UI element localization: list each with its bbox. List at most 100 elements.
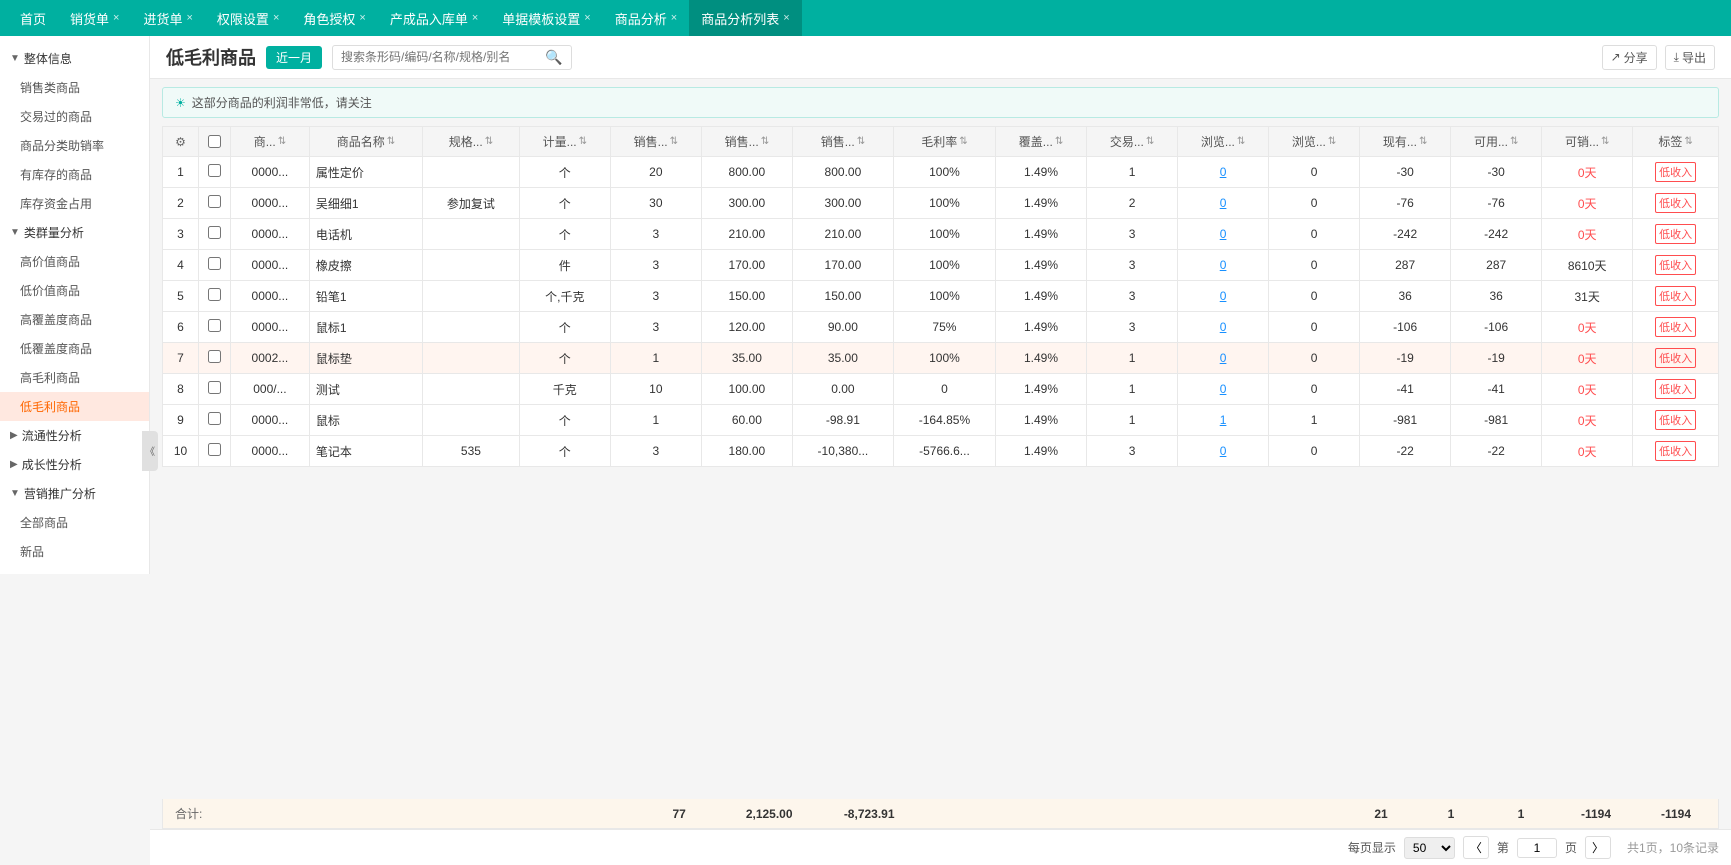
search-input[interactable]: [341, 50, 541, 64]
cell-name: 吴细细1: [309, 188, 422, 219]
row-checkbox[interactable]: [208, 350, 221, 363]
sidebar-item-low-value[interactable]: 低价值商品: [0, 276, 149, 305]
sidebar-item-in-stock[interactable]: 有库存的商品: [0, 160, 149, 189]
view1-link[interactable]: 0: [1220, 444, 1227, 458]
cell-spec: 参加复试: [423, 188, 520, 219]
view1-link[interactable]: 0: [1220, 165, 1227, 179]
row-checkbox[interactable]: [208, 288, 221, 301]
sort-view2-icon[interactable]: ⇅: [1328, 136, 1336, 147]
row-checkbox[interactable]: [208, 412, 221, 425]
cell-coverage: 1.49%: [995, 157, 1086, 188]
sidebar-item-sales-products[interactable]: 销售类商品: [0, 73, 149, 102]
view1-link[interactable]: 0: [1220, 382, 1227, 396]
sidebar-item-high-margin[interactable]: 高毛利商品: [0, 363, 149, 392]
view1-link[interactable]: 0: [1220, 351, 1227, 365]
close-permissions-icon[interactable]: ×: [273, 12, 279, 24]
row-checkbox[interactable]: [208, 226, 221, 239]
close-role-icon[interactable]: ×: [359, 12, 365, 24]
sort-unit-icon[interactable]: ⇅: [579, 136, 587, 147]
sort-sales-amount-icon[interactable]: ⇅: [761, 136, 769, 147]
nav-purchase[interactable]: 进货单 ×: [131, 0, 204, 36]
export-button[interactable]: ⤓ 导出: [1665, 45, 1715, 70]
sidebar-item-low-coverage[interactable]: 低覆盖度商品: [0, 334, 149, 363]
sidebar-item-high-coverage[interactable]: 高覆盖度商品: [0, 305, 149, 334]
nav-sales[interactable]: 销货单 ×: [58, 0, 131, 36]
close-analysis-list-icon[interactable]: ×: [783, 12, 789, 24]
sort-sales-profit-icon[interactable]: ⇅: [857, 136, 865, 147]
share-button[interactable]: ↗ 分享: [1602, 45, 1657, 70]
view1-link[interactable]: 0: [1220, 196, 1227, 210]
close-product-stock-icon[interactable]: ×: [472, 12, 478, 24]
cell-sales-profit: 800.00: [792, 157, 893, 188]
sort-spec-icon[interactable]: ⇅: [485, 136, 493, 147]
sidebar-item-category-rate[interactable]: 商品分类助销率: [0, 131, 149, 160]
nav-product-analysis[interactable]: 商品分析 ×: [603, 0, 689, 36]
sidebar-item-high-value[interactable]: 高价值商品: [0, 247, 149, 276]
sort-view1-icon[interactable]: ⇅: [1237, 136, 1245, 147]
sort-coverage-icon[interactable]: ⇅: [1055, 136, 1063, 147]
nav-home[interactable]: 首页: [8, 0, 58, 36]
view1-link[interactable]: 0: [1220, 258, 1227, 272]
sidebar-group-cluster[interactable]: ▼ 类群量分析: [0, 218, 149, 247]
sort-trade-icon[interactable]: ⇅: [1146, 136, 1154, 147]
sidebar-item-new-products[interactable]: 新品: [0, 537, 149, 566]
cell-name: 鼠标: [309, 405, 422, 436]
sort-salable-icon[interactable]: ⇅: [1601, 136, 1609, 147]
cell-checkbox: [199, 343, 231, 374]
th-sales-qty: 销售...⇅: [610, 127, 701, 157]
view1-link[interactable]: 0: [1220, 320, 1227, 334]
sort-sales-qty-icon[interactable]: ⇅: [670, 136, 678, 147]
cell-no: 1: [163, 157, 199, 188]
footer-label: 合计:: [175, 805, 202, 822]
close-analysis-icon[interactable]: ×: [671, 12, 677, 24]
low-income-tag: 低收入: [1655, 162, 1696, 182]
sidebar-item-low-margin[interactable]: 低毛利商品: [0, 392, 149, 421]
sort-gross-margin-icon[interactable]: ⇅: [959, 136, 967, 147]
cell-view1: 0: [1178, 374, 1269, 405]
cell-spec: 535: [423, 436, 520, 467]
sidebar-collapse-button[interactable]: 《: [142, 431, 158, 471]
select-all-checkbox[interactable]: [208, 135, 221, 148]
page-size-select[interactable]: 50 20 100: [1404, 837, 1455, 859]
row-checkbox[interactable]: [208, 319, 221, 332]
sidebar-item-inventory-capital[interactable]: 库存资金占用: [0, 189, 149, 218]
nav-product-analysis-list[interactable]: 商品分析列表 ×: [689, 0, 801, 36]
sidebar-group-overall[interactable]: ▼ 整体信息: [0, 44, 149, 73]
date-filter-button[interactable]: 近一月: [266, 46, 322, 69]
table-row: 1 0000... 属性定价 个 20 800.00 800.00 100% 1…: [163, 157, 1719, 188]
header-actions: ↗ 分享 ⤓ 导出: [1602, 45, 1715, 70]
nav-permissions[interactable]: 权限设置 ×: [205, 0, 291, 36]
cell-tag: 低收入: [1633, 405, 1719, 436]
nav-role-auth[interactable]: 角色授权 ×: [291, 0, 377, 36]
row-checkbox[interactable]: [208, 195, 221, 208]
prev-page-button[interactable]: 〈: [1463, 836, 1489, 859]
sort-available-icon[interactable]: ⇅: [1510, 136, 1518, 147]
sort-tag-icon[interactable]: ⇅: [1684, 136, 1692, 147]
nav-product-stock[interactable]: 产成品入库单 ×: [378, 0, 490, 36]
nav-template[interactable]: 单据模板设置 ×: [490, 0, 602, 36]
cell-view1: 0: [1178, 157, 1269, 188]
view1-link[interactable]: 1: [1220, 413, 1227, 427]
row-checkbox[interactable]: [208, 164, 221, 177]
sidebar-group-circulation[interactable]: ▶ 流通性分析: [0, 421, 149, 450]
sidebar-item-all-products[interactable]: 全部商品: [0, 508, 149, 537]
sort-name-icon[interactable]: ⇅: [387, 136, 395, 147]
sort-current-icon[interactable]: ⇅: [1419, 136, 1427, 147]
sidebar-group-growth[interactable]: ▶ 成长性分析: [0, 450, 149, 479]
row-checkbox[interactable]: [208, 381, 221, 394]
sidebar-item-traded-products[interactable]: 交易过的商品: [0, 102, 149, 131]
next-page-button[interactable]: 〉: [1585, 836, 1611, 859]
close-sales-icon[interactable]: ×: [113, 12, 119, 24]
sort-code-icon[interactable]: ⇅: [278, 136, 286, 147]
row-checkbox[interactable]: [208, 257, 221, 270]
view1-link[interactable]: 0: [1220, 227, 1227, 241]
view1-link[interactable]: 0: [1220, 289, 1227, 303]
page-number-input[interactable]: [1517, 838, 1557, 858]
sidebar-group-marketing[interactable]: ▼ 营销推广分析: [0, 479, 149, 508]
row-checkbox[interactable]: [208, 443, 221, 456]
settings-icon[interactable]: ⚙: [175, 135, 186, 149]
close-template-icon[interactable]: ×: [584, 12, 590, 24]
close-purchase-icon[interactable]: ×: [186, 12, 192, 24]
notice-text: 这部分商品的利润非常低，请关注: [192, 94, 372, 111]
low-income-tag: 低收入: [1655, 441, 1696, 461]
